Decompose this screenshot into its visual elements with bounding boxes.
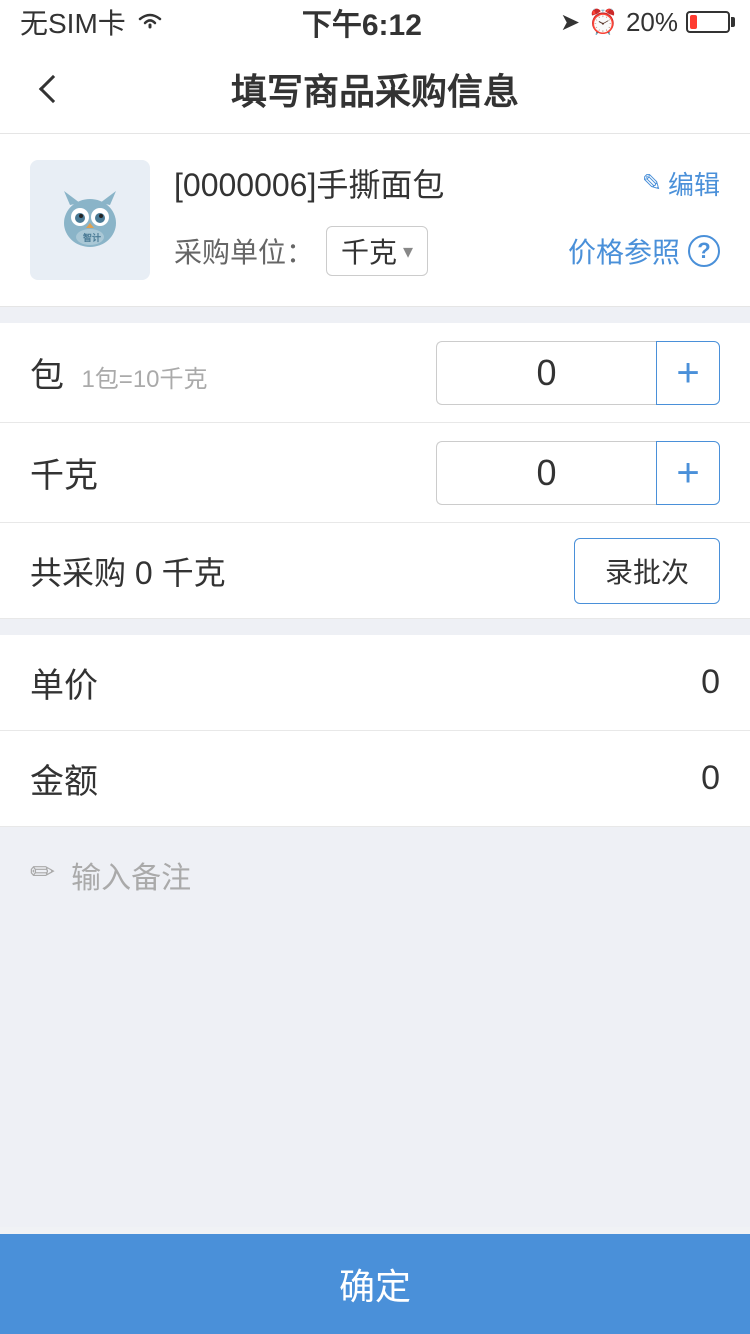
pencil-icon: ✏	[30, 855, 55, 890]
unit-label: 采购单位：	[174, 231, 314, 271]
wifi-icon	[136, 6, 164, 38]
location-icon: ➤	[560, 8, 580, 37]
confirm-label: 确定	[339, 1258, 411, 1310]
kg-input-right: +	[436, 441, 720, 505]
unit-price-label: 单价	[30, 658, 98, 707]
section-divider-2	[0, 619, 750, 635]
dropdown-arrow-icon: ▾	[403, 239, 413, 264]
alarm-icon: ⏰	[588, 8, 618, 37]
content-area	[0, 947, 750, 1227]
price-section: 单价 0 金额 0	[0, 635, 750, 827]
bao-input-right: +	[436, 341, 720, 405]
kg-label: 千克	[30, 448, 150, 497]
bao-sub-label: 1包=10千克	[81, 366, 207, 393]
price-ref-button[interactable]: 价格参照 ?	[568, 231, 720, 271]
summary-row: 共采购 0 千克 录批次	[0, 523, 750, 619]
summary-text: 共采购 0 千克	[30, 548, 226, 594]
product-image: 智计	[30, 160, 150, 280]
kg-plus-button[interactable]: +	[656, 441, 720, 505]
unit-value: 千克	[341, 231, 397, 271]
status-icons: ➤ ⏰ 20%	[560, 7, 730, 38]
carrier-text: 无SIM卡	[20, 2, 126, 42]
edit-icon: ✎	[642, 169, 662, 198]
svg-text:智计: 智计	[83, 232, 101, 243]
status-time: 下午6:12	[302, 0, 422, 44]
unit-price-row: 单价 0	[0, 635, 750, 731]
product-info: [0000006]手撕面包 ✎ 编辑 采购单位： 千克 ▾ 价格参照 ?	[174, 160, 720, 276]
kg-quantity-input[interactable]	[436, 441, 656, 505]
nav-bar: 填写商品采购信息	[0, 44, 750, 134]
status-bar: 无SIM卡 下午6:12 ➤ ⏰ 20%	[0, 0, 750, 44]
price-ref-label: 价格参照	[568, 231, 680, 271]
edit-button[interactable]: ✎ 编辑	[642, 165, 720, 202]
confirm-button[interactable]: 确定	[0, 1234, 750, 1334]
remark-section[interactable]: ✏ 输入备注	[0, 827, 750, 947]
bao-quantity-input[interactable]	[436, 341, 656, 405]
status-carrier: 无SIM卡	[20, 2, 164, 42]
back-button[interactable]	[0, 44, 90, 134]
unit-select[interactable]: 千克 ▾	[326, 226, 428, 276]
bao-input-row: 包 1包=10千克 +	[0, 323, 750, 423]
bao-plus-button[interactable]: +	[656, 341, 720, 405]
help-icon: ?	[688, 235, 720, 267]
edit-label: 编辑	[668, 165, 720, 202]
batch-button[interactable]: 录批次	[574, 538, 720, 604]
section-divider-1	[0, 307, 750, 323]
remark-placeholder: 输入备注	[71, 853, 191, 897]
owl-logo-icon: 智计	[50, 185, 130, 255]
page-title: 填写商品采购信息	[231, 63, 519, 115]
unit-price-value: 0	[701, 663, 720, 702]
amount-value: 0	[701, 759, 720, 798]
battery-icon	[686, 11, 730, 33]
amount-label: 金额	[30, 754, 98, 803]
back-arrow-icon	[38, 74, 66, 102]
kg-input-row: 千克 +	[0, 423, 750, 523]
product-name: [0000006]手撕面包	[174, 160, 444, 206]
bao-label: 包 1包=10千克	[30, 348, 208, 397]
product-card: 智计 [0000006]手撕面包 ✎ 编辑 采购单位： 千克 ▾ 价格参照	[0, 134, 750, 307]
amount-row: 金额 0	[0, 731, 750, 827]
input-section: 包 1包=10千克 + 千克 +	[0, 323, 750, 523]
battery-pct: 20%	[626, 7, 678, 38]
